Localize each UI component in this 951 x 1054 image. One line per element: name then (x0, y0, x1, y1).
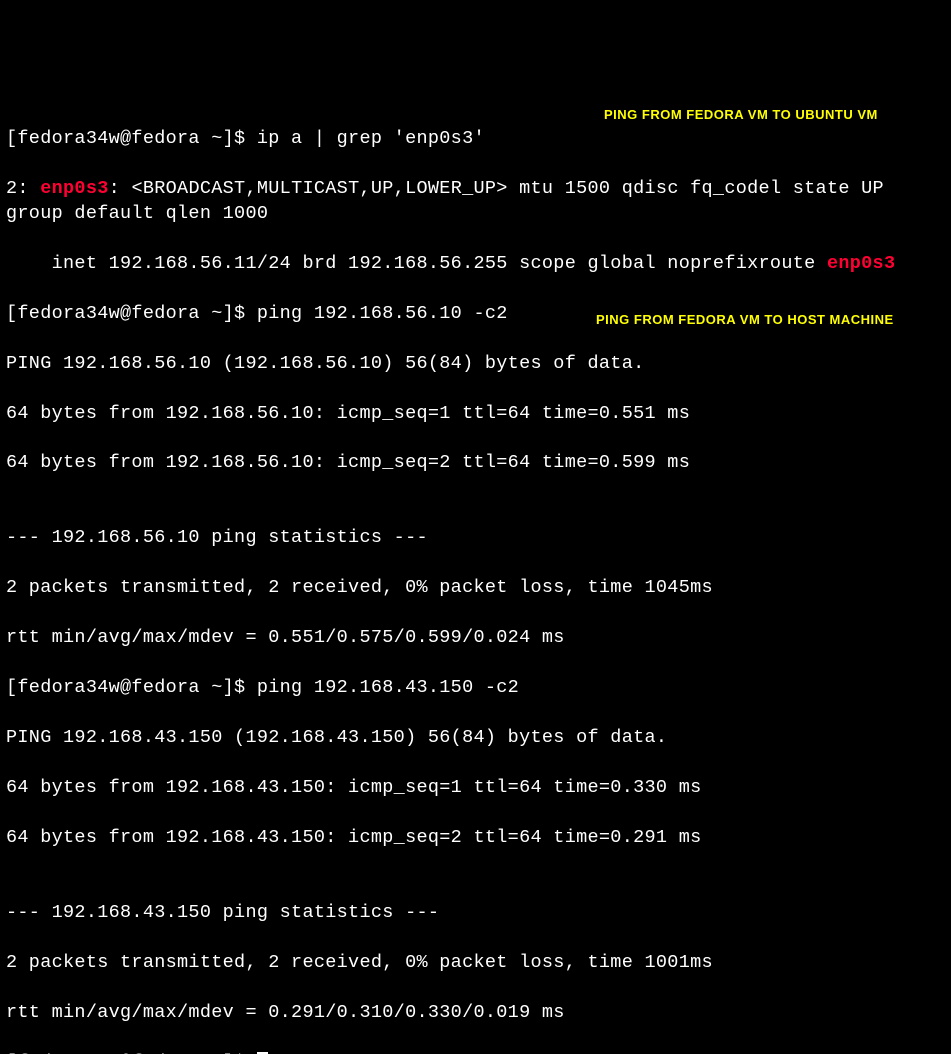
terminal-line: 2: enp0s3: <BROADCAST,MULTICAST,UP,LOWER… (6, 177, 945, 227)
terminal-line: rtt min/avg/max/mdev = 0.551/0.575/0.599… (6, 626, 945, 651)
cursor-icon (257, 1052, 268, 1054)
terminal-line[interactable]: [fedora34w@fedora ~]$ (6, 1051, 945, 1054)
grep-match-highlight: enp0s3 (40, 178, 108, 199)
output-text: inet 192.168.56.11/24 brd 192.168.56.255… (6, 253, 827, 274)
annotation-fedora-to-host: PING FROM FEDORA VM TO HOST MACHINE (596, 311, 894, 329)
terminal-line: 2 packets transmitted, 2 received, 0% pa… (6, 576, 945, 601)
terminal-line: PING 192.168.43.150 (192.168.43.150) 56(… (6, 726, 945, 751)
terminal-line: --- 192.168.56.10 ping statistics --- (6, 526, 945, 551)
terminal-line: 64 bytes from 192.168.56.10: icmp_seq=1 … (6, 402, 945, 427)
terminal-line: [fedora34w@fedora ~]$ ip a | grep 'enp0s… (6, 127, 945, 152)
annotation-fedora-to-ubuntu: PING FROM FEDORA VM TO UBUNTU VM (604, 106, 878, 124)
terminal-output: [fedora34w@fedora ~]$ ip a | grep 'enp0s… (6, 102, 945, 1054)
output-text: : <BROADCAST,MULTICAST,UP,LOWER_UP> mtu … (6, 178, 895, 224)
shell-prompt: [fedora34w@fedora ~]$ (6, 128, 257, 149)
terminal-line: 64 bytes from 192.168.43.150: icmp_seq=2… (6, 826, 945, 851)
grep-match-highlight: enp0s3 (827, 253, 895, 274)
terminal-line: 64 bytes from 192.168.56.10: icmp_seq=2 … (6, 451, 945, 476)
command-text: ping 192.168.43.150 -c2 (257, 677, 519, 698)
command-text: ip a | grep 'enp0s3' (257, 128, 485, 149)
terminal-line: PING 192.168.56.10 (192.168.56.10) 56(84… (6, 352, 945, 377)
shell-prompt: [fedora34w@fedora ~]$ (6, 1052, 257, 1054)
command-text: ping 192.168.56.10 -c2 (257, 303, 508, 324)
terminal-line: inet 192.168.56.11/24 brd 192.168.56.255… (6, 252, 945, 277)
terminal-line: 2 packets transmitted, 2 received, 0% pa… (6, 951, 945, 976)
shell-prompt: [fedora34w@fedora ~]$ (6, 677, 257, 698)
terminal-line: 64 bytes from 192.168.43.150: icmp_seq=1… (6, 776, 945, 801)
terminal-line: --- 192.168.43.150 ping statistics --- (6, 901, 945, 926)
terminal-line: [fedora34w@fedora ~]$ ping 192.168.43.15… (6, 676, 945, 701)
terminal-line: rtt min/avg/max/mdev = 0.291/0.310/0.330… (6, 1001, 945, 1026)
shell-prompt: [fedora34w@fedora ~]$ (6, 303, 257, 324)
output-text: 2: (6, 178, 40, 199)
